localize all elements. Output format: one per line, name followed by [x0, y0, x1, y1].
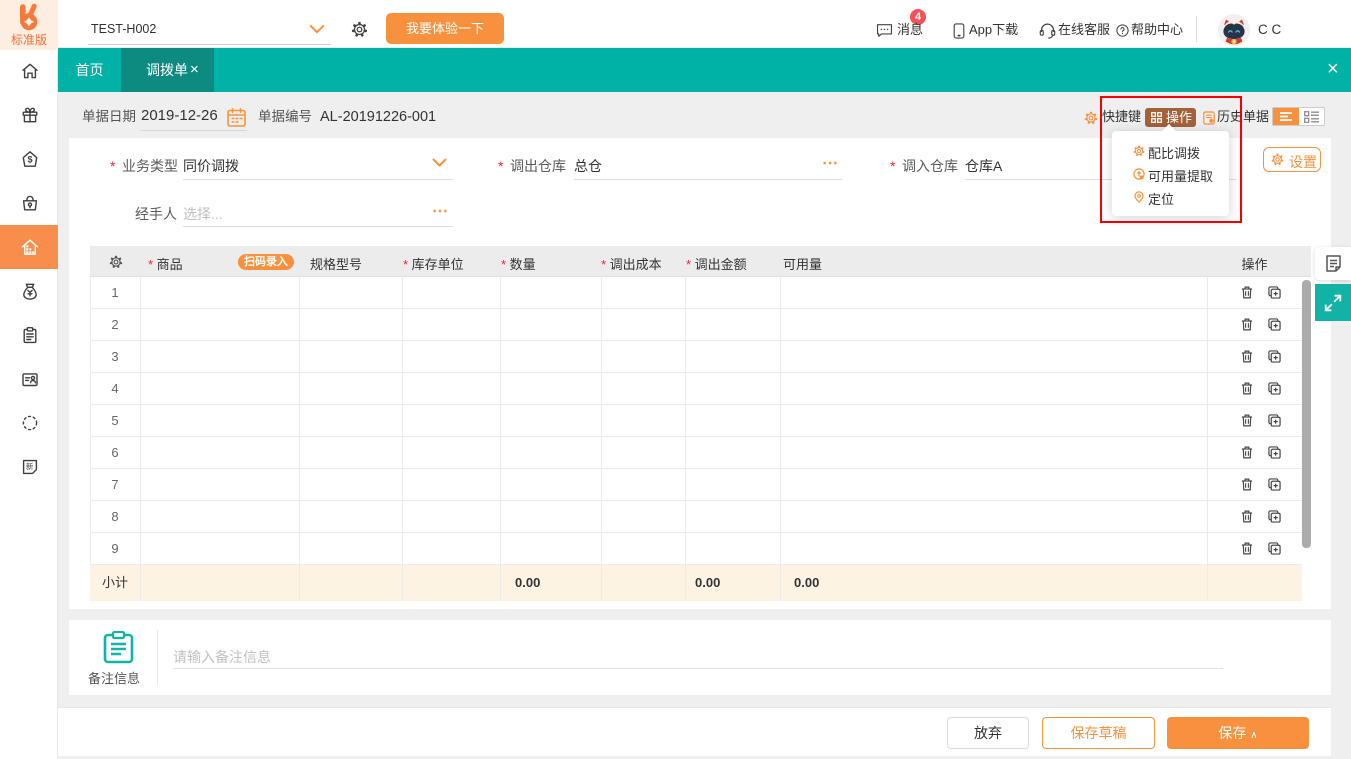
svg-text:新: 新 [26, 461, 34, 471]
svg-text:$: $ [27, 155, 32, 165]
